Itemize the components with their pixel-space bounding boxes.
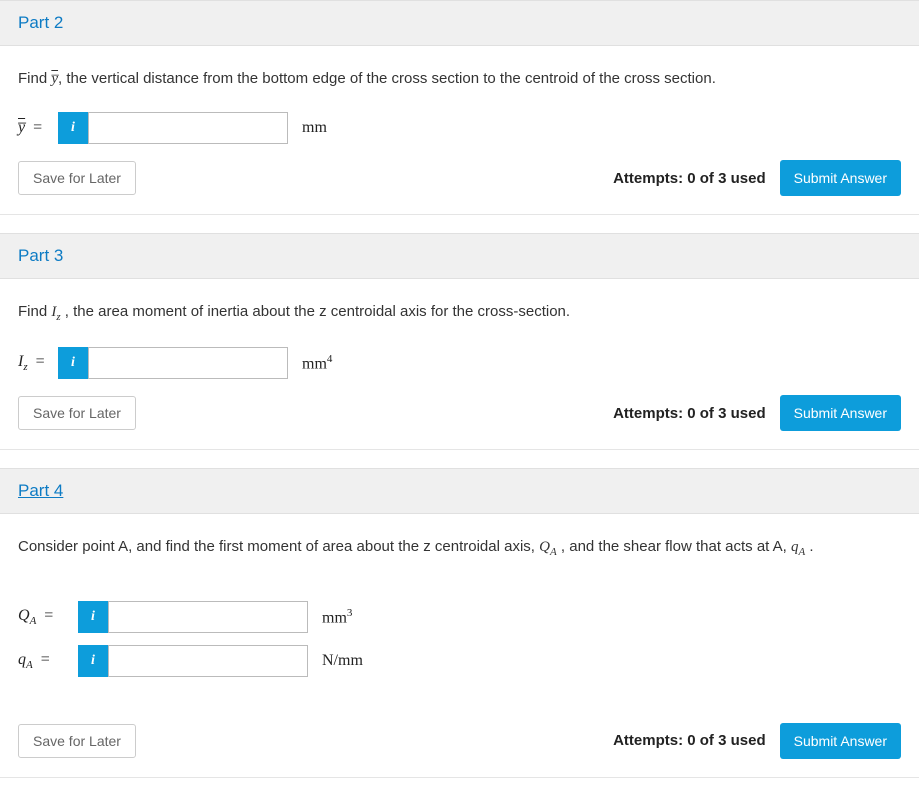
submit-answer-button[interactable]: Submit Answer xyxy=(780,723,901,759)
right-group: Attempts: 0 of 3 used Submit Answer xyxy=(613,723,901,759)
part-3-title: Part 3 xyxy=(18,246,63,265)
unit-exp: 3 xyxy=(347,607,353,619)
var-sub: A xyxy=(26,659,33,671)
var-q: Q xyxy=(539,539,550,555)
part-3-body: Find Iz , the area moment of inertia abo… xyxy=(0,279,919,449)
save-for-later-button[interactable]: Save for Later xyxy=(18,161,136,195)
var-symbol: y̅ xyxy=(18,119,25,137)
prompt-text: Find xyxy=(18,70,51,87)
unit-mm4: mm4 xyxy=(302,353,332,373)
var-label-ybar: y̅ = xyxy=(18,119,58,137)
ybar-input[interactable] xyxy=(88,112,288,144)
equals-sign: = xyxy=(40,607,53,624)
prompt-text: , the vertical distance from the bottom … xyxy=(58,70,716,87)
input-row-iz: Iz = i mm4 xyxy=(18,347,901,379)
part-2-body: Find y̅ , the vertical distance from the … xyxy=(0,46,919,214)
info-icon[interactable]: i xyxy=(58,347,88,379)
part-3-prompt: Find Iz , the area moment of inertia abo… xyxy=(18,301,901,325)
part-3-section: Part 3 Find Iz , the area moment of iner… xyxy=(0,233,919,450)
part-4-section: Part 4 Consider point A, and find the fi… xyxy=(0,468,919,777)
part-2-title: Part 2 xyxy=(18,13,63,32)
prompt-text: , and the shear flow that acts at A, xyxy=(557,538,791,555)
var-label-qa: QA = xyxy=(18,607,78,627)
var-label-iz: Iz = xyxy=(18,353,58,373)
part-2-header: Part 2 xyxy=(0,0,919,46)
equals-sign: = xyxy=(37,651,50,668)
prompt-text: . xyxy=(805,538,813,555)
submit-answer-button[interactable]: Submit Answer xyxy=(780,160,901,196)
var-sub: A xyxy=(30,615,37,627)
input-row-qa: QA = i mm3 xyxy=(18,601,901,633)
attempts-text: Attempts: 0 of 3 used xyxy=(613,732,766,749)
part-2-footer: Save for Later Attempts: 0 of 3 used Sub… xyxy=(18,160,901,196)
right-group: Attempts: 0 of 3 used Submit Answer xyxy=(613,395,901,431)
unit-exp: 4 xyxy=(327,353,333,365)
save-for-later-button[interactable]: Save for Later xyxy=(18,724,136,758)
var-label-qa-lower: qA = xyxy=(18,651,78,671)
part-2-prompt: Find y̅, the vertical distance from the … xyxy=(18,68,901,90)
qa2-var: qA xyxy=(791,539,805,555)
var-symbol: q xyxy=(18,651,26,668)
unit-base: mm xyxy=(302,356,327,373)
unit-nmm: N/mm xyxy=(322,652,363,670)
submit-answer-button[interactable]: Submit Answer xyxy=(780,395,901,431)
unit-base: mm xyxy=(322,609,347,626)
attempts-text: Attempts: 0 of 3 used xyxy=(613,405,766,422)
info-icon[interactable]: i xyxy=(78,645,108,677)
part-2-section: Part 2 Find y̅ , the vertical distance fr… xyxy=(0,0,919,215)
right-group: Attempts: 0 of 3 used Submit Answer xyxy=(613,160,901,196)
qa-lower-input[interactable] xyxy=(108,645,308,677)
part-4-prompt: Consider point A, and find the first mom… xyxy=(18,536,901,560)
part-4-title: Part 4 xyxy=(18,481,63,500)
equals-sign: = xyxy=(32,353,45,370)
var-sub-a: A xyxy=(550,546,557,558)
unit-mm: mm xyxy=(302,119,327,137)
iz-input[interactable] xyxy=(88,347,288,379)
input-row-qa-lower: qA = i N/mm xyxy=(18,645,901,677)
part-3-footer: Save for Later Attempts: 0 of 3 used Sub… xyxy=(18,395,901,431)
var-symbol: Q xyxy=(18,607,30,624)
info-icon[interactable]: i xyxy=(78,601,108,633)
part-4-body: Consider point A, and find the first mom… xyxy=(0,514,919,776)
part-3-header: Part 3 xyxy=(0,233,919,279)
qa-input[interactable] xyxy=(108,601,308,633)
input-row-ybar: y̅ = i mm xyxy=(18,112,901,144)
part-4-header: Part 4 xyxy=(0,468,919,514)
iz-var: Iz xyxy=(51,304,60,320)
attempts-text: Attempts: 0 of 3 used xyxy=(613,170,766,187)
var-sub: z xyxy=(23,361,27,373)
prompt-text: Find xyxy=(18,303,51,320)
prompt-text: Consider point A, and find the first mom… xyxy=(18,538,539,555)
part-4-footer: Save for Later Attempts: 0 of 3 used Sub… xyxy=(18,723,901,759)
equals-sign: = xyxy=(29,119,42,136)
save-for-later-button[interactable]: Save for Later xyxy=(18,396,136,430)
info-icon[interactable]: i xyxy=(58,112,88,144)
var-q-lower: q xyxy=(791,539,799,555)
prompt-text: , the area moment of inertia about the z… xyxy=(61,303,570,320)
unit-mm3: mm3 xyxy=(322,607,352,627)
qa-var: QA xyxy=(539,539,557,555)
